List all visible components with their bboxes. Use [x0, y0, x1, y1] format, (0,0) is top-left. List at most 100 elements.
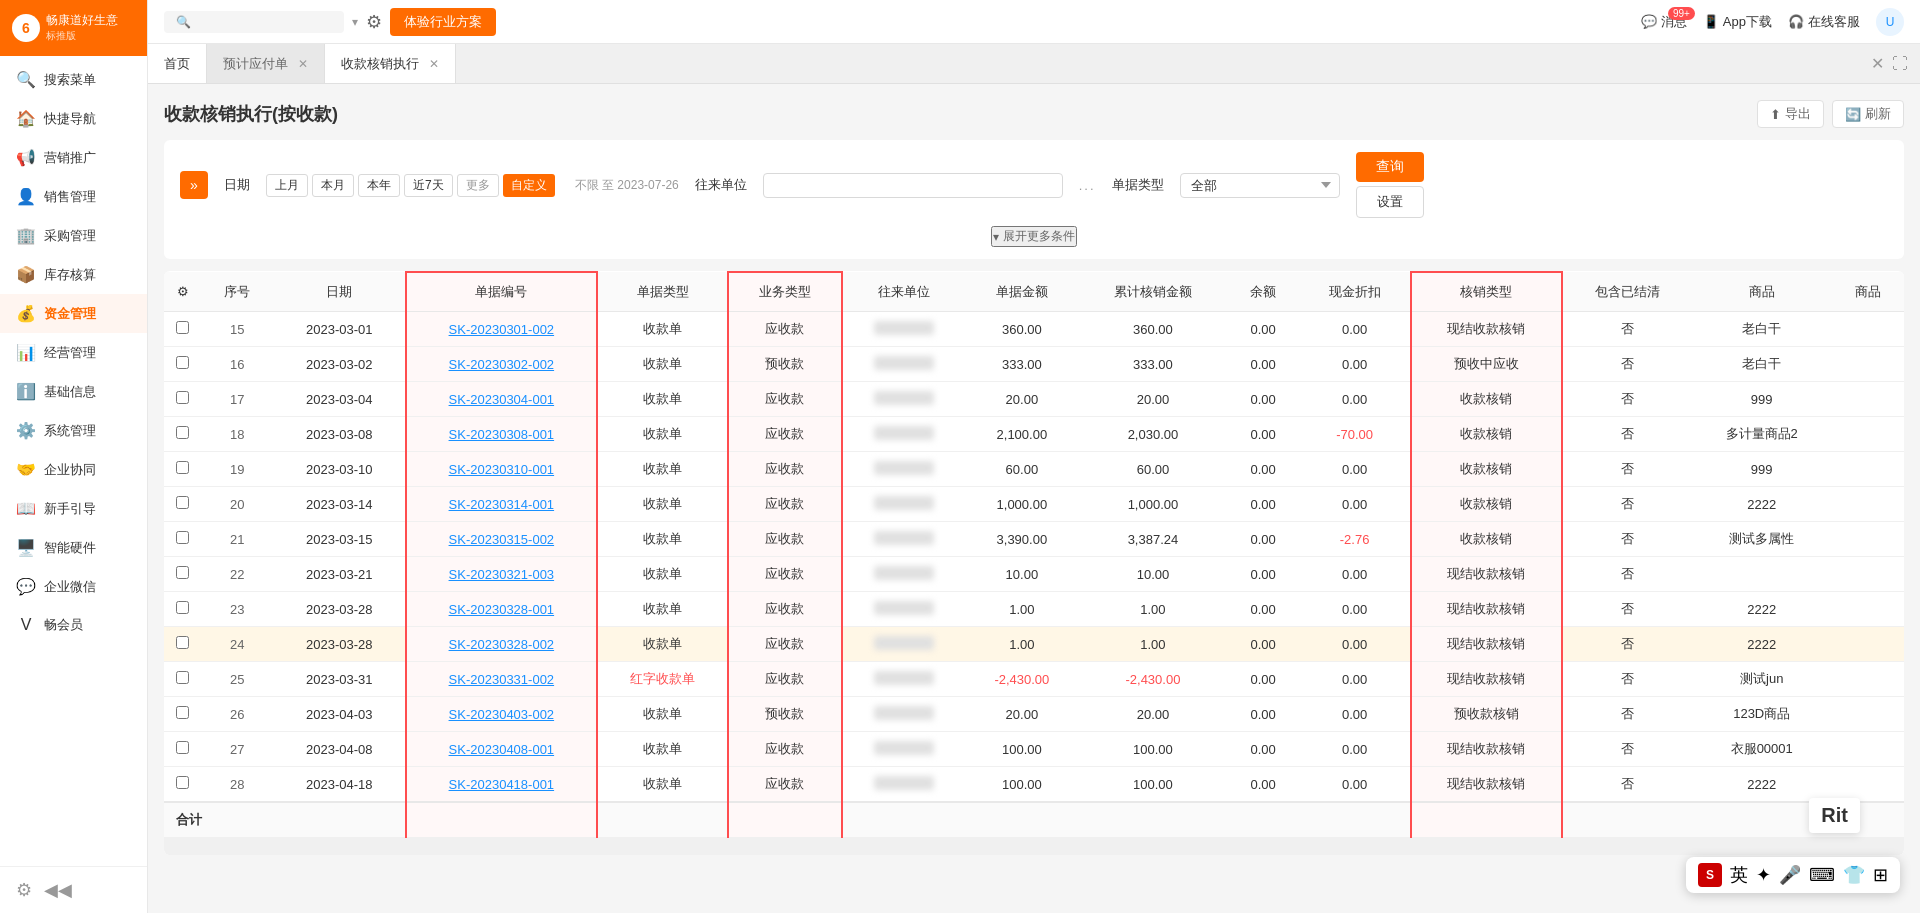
row-num: 24: [201, 627, 273, 662]
row-bill-no[interactable]: SK-20230418-001: [406, 767, 597, 803]
row-bill-no[interactable]: SK-20230304-001: [406, 382, 597, 417]
counterpart-input[interactable]: [763, 173, 1063, 198]
user-avatar[interactable]: U: [1876, 8, 1904, 36]
sidebar-item-hardware[interactable]: 🖥️智能硬件: [0, 528, 147, 567]
table-row[interactable]: 21 2023-03-15 SK-20230315-002 收款单 应收款 3,…: [164, 522, 1904, 557]
sidebar-item-finance[interactable]: 💰资金管理: [0, 294, 147, 333]
header-dropdown-arrow[interactable]: ▾: [352, 15, 358, 29]
row-checkbox[interactable]: [164, 382, 201, 417]
online-service-item[interactable]: 🎧 在线客服: [1788, 13, 1860, 31]
tab-receivable[interactable]: 收款核销执行✕: [325, 44, 456, 83]
more-date-button[interactable]: 更多: [457, 174, 499, 197]
settings-icon[interactable]: ⚙: [16, 879, 32, 901]
table-row[interactable]: 15 2023-03-01 SK-20230301-002 收款单 应收款 36…: [164, 312, 1904, 347]
export-button[interactable]: ⬆ 导出: [1757, 100, 1824, 128]
table-row[interactable]: 22 2023-03-21 SK-20230321-003 收款单 应收款 10…: [164, 557, 1904, 592]
this-month-button[interactable]: 本月: [312, 174, 354, 197]
refresh-button[interactable]: 🔄 刷新: [1832, 100, 1904, 128]
col-header-settings[interactable]: ⚙: [164, 272, 201, 312]
table-row[interactable]: 26 2023-04-03 SK-20230403-002 收款单 预收款 20…: [164, 697, 1904, 732]
row-bill-no[interactable]: SK-20230315-002: [406, 522, 597, 557]
ime-keyboard-icon[interactable]: ⌨: [1809, 864, 1835, 886]
row-bill-no[interactable]: SK-20230408-001: [406, 732, 597, 767]
sidebar-item-system[interactable]: ⚙️系统管理: [0, 411, 147, 450]
row-bill-no[interactable]: SK-20230301-002: [406, 312, 597, 347]
sidebar-item-nav[interactable]: 🏠快捷导航: [0, 99, 147, 138]
row-bill-no[interactable]: SK-20230328-002: [406, 627, 597, 662]
row-checkbox[interactable]: [164, 522, 201, 557]
tab-close-receivable[interactable]: ✕: [429, 57, 439, 71]
custom-date-button[interactable]: 自定义: [503, 174, 555, 197]
sidebar-item-search[interactable]: 🔍搜索菜单: [0, 60, 147, 99]
tab-home[interactable]: 首页: [148, 44, 207, 83]
table-row[interactable]: 19 2023-03-10 SK-20230310-001 收款单 应收款 60…: [164, 452, 1904, 487]
last-month-button[interactable]: 上月: [266, 174, 308, 197]
sidebar-item-member[interactable]: V畅会员: [0, 606, 147, 644]
row-checkbox[interactable]: [164, 697, 201, 732]
sidebar-label-member: 畅会员: [44, 616, 83, 634]
settings-button[interactable]: 设置: [1356, 186, 1424, 218]
table-row[interactable]: 16 2023-03-02 SK-20230302-002 收款单 预收款 33…: [164, 347, 1904, 382]
table-row[interactable]: 24 2023-03-28 SK-20230328-002 收款单 应收款 1.…: [164, 627, 1904, 662]
query-button[interactable]: 查询: [1356, 152, 1424, 182]
header-gear-icon[interactable]: ⚙: [366, 11, 382, 33]
row-bill-no[interactable]: SK-20230310-001: [406, 452, 597, 487]
message-item[interactable]: 💬 消息 99+: [1641, 13, 1687, 31]
table-row[interactable]: 18 2023-03-08 SK-20230308-001 收款单 应收款 2,…: [164, 417, 1904, 452]
row-checkbox[interactable]: [164, 312, 201, 347]
app-download-item[interactable]: 📱 App下载: [1703, 13, 1772, 31]
sidebar-item-wechat[interactable]: 💬企业微信: [0, 567, 147, 606]
ime-chinese-icon[interactable]: 英: [1730, 863, 1748, 887]
row-bill-no[interactable]: SK-20230308-001: [406, 417, 597, 452]
row-bill-no[interactable]: SK-20230403-002: [406, 697, 597, 732]
row-bill-no[interactable]: SK-20230314-001: [406, 487, 597, 522]
collapse-icon[interactable]: ◀◀: [44, 879, 72, 901]
tab-close-prepay[interactable]: ✕: [298, 57, 308, 71]
this-year-button[interactable]: 本年: [358, 174, 400, 197]
row-bill-no[interactable]: SK-20230321-003: [406, 557, 597, 592]
sidebar-item-purchase[interactable]: 🏢采购管理: [0, 216, 147, 255]
maximize-window-button[interactable]: ⛶: [1892, 55, 1908, 73]
row-bill-no[interactable]: SK-20230302-002: [406, 347, 597, 382]
horizontal-scrollbar[interactable]: [164, 838, 1904, 855]
sidebar-item-operations[interactable]: 📊经营管理: [0, 333, 147, 372]
close-window-button[interactable]: ✕: [1871, 54, 1884, 73]
row-checkbox[interactable]: [164, 452, 201, 487]
table-row[interactable]: 28 2023-04-18 SK-20230418-001 收款单 应收款 10…: [164, 767, 1904, 803]
sidebar-item-base[interactable]: ℹ️基础信息: [0, 372, 147, 411]
row-checkbox[interactable]: [164, 627, 201, 662]
expand-conditions-button[interactable]: ▾ 展开更多条件: [991, 226, 1077, 247]
row-checkbox[interactable]: [164, 347, 201, 382]
row-checkbox[interactable]: [164, 557, 201, 592]
sidebar-label-sales: 销售管理: [44, 188, 96, 206]
sidebar-item-guide[interactable]: 📖新手引导: [0, 489, 147, 528]
table-row[interactable]: 23 2023-03-28 SK-20230328-001 收款单 应收款 1.…: [164, 592, 1904, 627]
filter-toggle-button[interactable]: »: [180, 171, 208, 199]
ime-star-icon[interactable]: ✦: [1756, 864, 1771, 886]
row-checkbox[interactable]: [164, 487, 201, 522]
row-checkbox[interactable]: [164, 767, 201, 803]
row-bill-no[interactable]: SK-20230328-001: [406, 592, 597, 627]
row-checkbox[interactable]: [164, 662, 201, 697]
last-7-days-button[interactable]: 近7天: [404, 174, 453, 197]
industry-solution-button[interactable]: 体验行业方案: [390, 8, 496, 36]
bill-type-select[interactable]: 全部 收款单 红字收款单: [1180, 173, 1340, 198]
ime-skin-icon[interactable]: 👕: [1843, 864, 1865, 886]
sidebar-item-corp[interactable]: 🤝企业协同: [0, 450, 147, 489]
sidebar-item-sales[interactable]: 👤销售管理: [0, 177, 147, 216]
ime-apps-icon[interactable]: ⊞: [1873, 864, 1888, 886]
row-goods: 123D商品: [1692, 697, 1831, 732]
tab-prepay[interactable]: 预计应付单✕: [207, 44, 325, 83]
sidebar-item-marketing[interactable]: 📢营销推广: [0, 138, 147, 177]
row-checkbox[interactable]: [164, 732, 201, 767]
table-row[interactable]: 27 2023-04-08 SK-20230408-001 收款单 应收款 10…: [164, 732, 1904, 767]
row-checkbox[interactable]: [164, 417, 201, 452]
row-checkbox[interactable]: [164, 592, 201, 627]
sidebar-item-inventory[interactable]: 📦库存核算: [0, 255, 147, 294]
table-row[interactable]: 17 2023-03-04 SK-20230304-001 收款单 应收款 20…: [164, 382, 1904, 417]
header-search-box[interactable]: 🔍: [164, 11, 344, 33]
table-row[interactable]: 25 2023-03-31 SK-20230331-002 红字收款单 应收款 …: [164, 662, 1904, 697]
ime-mic-icon[interactable]: 🎤: [1779, 864, 1801, 886]
table-row[interactable]: 20 2023-03-14 SK-20230314-001 收款单 应收款 1,…: [164, 487, 1904, 522]
row-bill-no[interactable]: SK-20230331-002: [406, 662, 597, 697]
